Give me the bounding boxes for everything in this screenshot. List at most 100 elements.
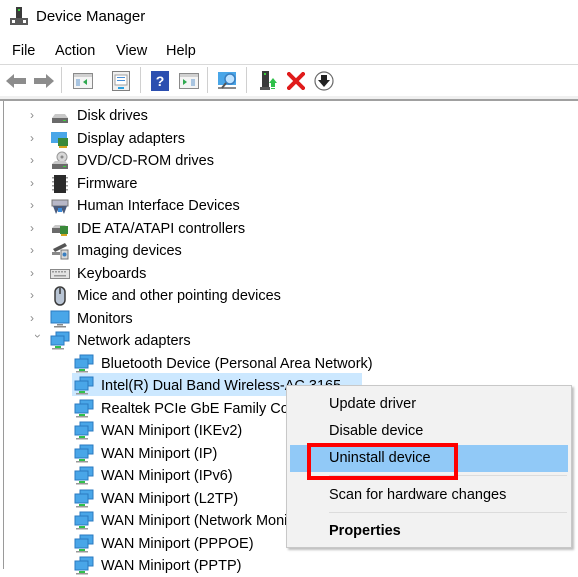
tree-device-label: Bluetooth Device (Personal Area Network) — [101, 356, 373, 372]
menu-separator — [329, 512, 567, 513]
tree-device-wan-ip[interactable]: WAN Miniport (IP) — [0, 443, 286, 465]
menu-item-label: Properties — [329, 523, 401, 539]
tree-device-wan-ikev2[interactable]: WAN Miniport (IKEv2) — [0, 420, 286, 442]
properties-icon — [112, 71, 130, 91]
uninstall-device-button[interactable] — [285, 70, 307, 92]
show-hide-console-tree-button[interactable] — [72, 70, 94, 92]
chevron-right-icon[interactable]: › — [30, 288, 42, 302]
menu-item-properties[interactable]: Properties — [287, 518, 571, 545]
scan-hardware-button[interactable] — [217, 70, 239, 92]
network-adapter-icon — [74, 421, 94, 440]
annotation-highlight-box — [307, 443, 458, 480]
tree-category-mice[interactable]: › Mice and other pointing devices — [0, 285, 300, 307]
tree-category-label: Keyboards — [77, 266, 147, 282]
tree-category-label: Human Interface Devices — [77, 198, 240, 214]
menu-item-disable-device[interactable]: Disable device — [287, 418, 571, 445]
tree-category-label: Disk drives — [77, 108, 148, 124]
toolbar-separator — [140, 67, 141, 93]
chevron-right-icon[interactable]: › — [30, 243, 42, 257]
tree-device-wan-ipv6[interactable]: WAN Miniport (IPv6) — [0, 465, 286, 487]
chevron-right-icon[interactable]: › — [30, 176, 42, 190]
menu-item-scan-hardware[interactable]: Scan for hardware changes — [287, 482, 571, 509]
tree-device-wan-pppoe[interactable]: WAN Miniport (PPPOE) — [0, 533, 300, 555]
tree-device-label: WAN Miniport (Network Monitor) — [101, 513, 286, 529]
mouse-icon — [54, 286, 66, 306]
tree-category-label: DVD/CD-ROM drives — [77, 153, 214, 169]
network-adapter-icon — [74, 489, 94, 508]
network-adapter-icon — [74, 376, 94, 395]
help-icon: ? — [151, 71, 169, 91]
help-button[interactable]: ? — [149, 70, 171, 92]
dvd-drive-icon — [52, 151, 68, 169]
chip-icon — [52, 175, 68, 193]
network-adapter-icon — [74, 354, 94, 373]
tree-device-label: Realtek PCIe GbE Family Controller — [101, 401, 286, 417]
menu-help[interactable]: Help — [166, 43, 196, 59]
keyboard-icon — [50, 269, 70, 279]
tree-category-imaging-devices[interactable]: › Imaging devices — [0, 240, 300, 262]
properties-button[interactable] — [110, 70, 132, 92]
tree-category-firmware[interactable]: › Firmware — [0, 173, 300, 195]
down-arrow-circle-icon — [314, 71, 334, 91]
chevron-right-icon[interactable]: › — [30, 153, 42, 167]
console-tree-icon — [73, 73, 93, 89]
menu-item-update-driver[interactable]: Update driver — [287, 391, 571, 418]
tree-category-monitors[interactable]: › Monitors — [0, 308, 300, 330]
chevron-right-icon[interactable]: › — [30, 108, 42, 122]
display-adapter-icon — [51, 132, 68, 148]
network-adapter-icon — [74, 511, 94, 530]
chevron-right-icon[interactable]: › — [30, 311, 42, 325]
tree-category-human-interface-devices[interactable]: › Human Interface Devices — [0, 195, 300, 217]
tree-category-label: Monitors — [77, 311, 133, 327]
red-x-icon — [287, 72, 305, 90]
menu-file[interactable]: File — [12, 43, 35, 59]
device-manager-icon — [10, 7, 28, 25]
tree-category-keyboards[interactable]: › Keyboards — [0, 263, 300, 285]
svg-text:?: ? — [156, 73, 165, 89]
network-adapter-icon — [74, 556, 94, 575]
network-adapter-icon — [74, 399, 94, 418]
tree-category-network-adapters[interactable]: › Network adapters — [0, 330, 300, 352]
chevron-right-icon[interactable]: › — [30, 266, 42, 280]
tree-device-label: WAN Miniport (IKEv2) — [101, 423, 243, 439]
tree-device-label: WAN Miniport (PPPOE) — [101, 536, 254, 552]
tree-category-label: IDE ATA/ATAPI controllers — [77, 221, 246, 237]
disable-device-button[interactable] — [313, 70, 335, 92]
camera-icon — [52, 243, 69, 260]
tree-device-bluetooth-pan[interactable]: Bluetooth Device (Personal Area Network) — [0, 353, 380, 375]
show-hide-action-pane-button[interactable] — [178, 70, 200, 92]
tree-category-label: Display adapters — [77, 131, 185, 147]
tree-device-label: WAN Miniport (PPTP) — [101, 558, 242, 574]
disk-drive-icon — [52, 114, 68, 123]
tree-device-wan-l2tp[interactable]: WAN Miniport (L2TP) — [0, 488, 286, 510]
tree-category-disk-drives[interactable]: › Disk drives — [0, 105, 300, 127]
chevron-right-icon[interactable]: › — [30, 221, 42, 235]
tree-category-display-adapters[interactable]: › Display adapters — [0, 128, 300, 150]
tree-category-ide-ata-atapi-controllers[interactable]: › IDE ATA/ATAPI controllers — [0, 218, 300, 240]
chevron-right-icon[interactable]: › — [30, 198, 42, 212]
hid-icon — [51, 199, 69, 214]
back-button[interactable] — [5, 70, 27, 92]
menu-view[interactable]: View — [116, 43, 147, 59]
tree-device-realtek[interactable]: Realtek PCIe GbE Family Controller — [0, 398, 286, 420]
tree-category-dvd-cd-rom-drives[interactable]: › DVD/CD-ROM drives — [0, 150, 300, 172]
monitor-icon — [50, 310, 70, 328]
update-driver-button[interactable] — [258, 70, 280, 92]
forward-button[interactable] — [33, 70, 55, 92]
menu-item-label: Update driver — [329, 396, 417, 412]
arrow-right-icon — [34, 74, 54, 88]
tree-device-wan-pptp[interactable]: WAN Miniport (PPTP) — [0, 555, 300, 577]
tree-device-wan-network-monitor[interactable]: WAN Miniport (Network Monitor) — [0, 510, 286, 532]
menu-action[interactable]: Action — [55, 43, 95, 59]
network-adapter-icon — [74, 534, 94, 553]
chevron-right-icon[interactable]: › — [30, 131, 42, 145]
network-adapter-icon — [74, 444, 94, 463]
chevron-down-icon[interactable]: › — [31, 334, 45, 346]
arrow-left-icon — [6, 74, 26, 88]
toolbar-separator — [207, 67, 208, 93]
toolbar-separator — [61, 67, 62, 93]
tree-category-label: Network adapters — [77, 333, 191, 349]
menu-item-label: Disable device — [329, 423, 424, 439]
ide-controller-icon — [52, 225, 68, 236]
network-adapter-icon — [50, 331, 70, 350]
